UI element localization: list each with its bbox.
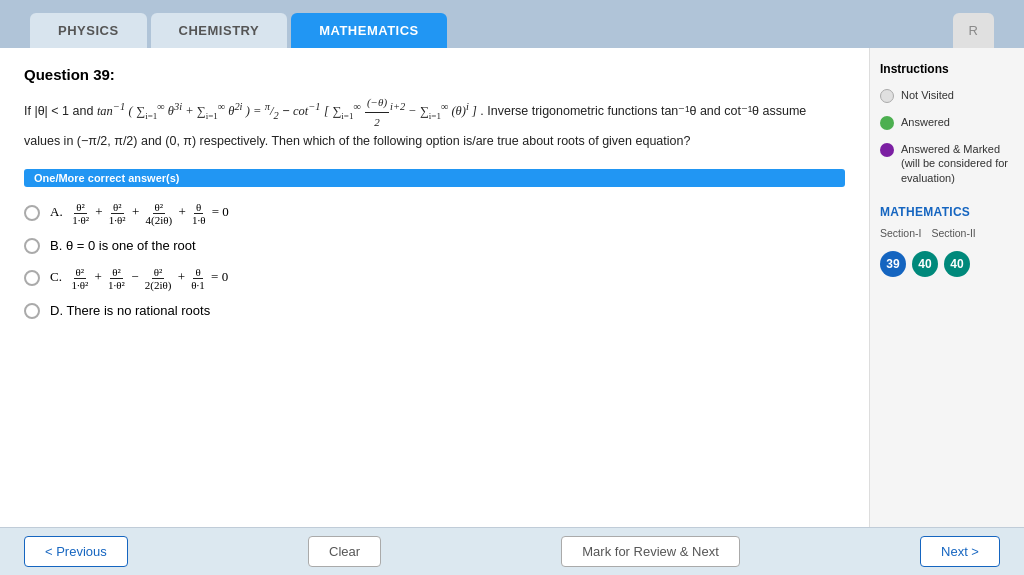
option-radio-c[interactable] [24,270,40,286]
tab-bar: PHYSICS CHEMISTRY MATHEMATICS R [0,0,1024,48]
answered-label: Answered [901,115,950,129]
previous-button[interactable]: < Previous [24,536,128,567]
answered-marked-label: Answered & Marked (will be considered fo… [901,142,1014,185]
option-label-c: C. θ²1·θ² + θ²1·θ² − θ²2(2iθ) + θθ·1 = 0 [50,266,228,291]
option-item-b[interactable]: B. θ = 0 is one of the root [24,238,845,254]
answered-dot [880,116,894,130]
tab-physics[interactable]: PHYSICS [30,13,147,48]
main-area: Question 39: If |θ| < 1 and tan−1 ( ∑i=1… [0,48,1024,527]
option-item-c[interactable]: C. θ²1·θ² + θ²1·θ² − θ²2(2iθ) + θθ·1 = 0 [24,266,845,291]
next-button[interactable]: Next > [920,536,1000,567]
num-badge-39[interactable]: 39 [880,251,906,277]
legend-answered: Answered [880,115,1014,130]
option-radio-d[interactable] [24,303,40,319]
legend-answered-marked: Answered & Marked (will be considered fo… [880,142,1014,185]
answer-type-badge: One/More correct answer(s) [24,169,845,187]
legend-not-visited: Not Visited [880,88,1014,103]
number-grid: 39 40 40 [880,251,1014,277]
option-radio-b[interactable] [24,238,40,254]
not-visited-label: Not Visited [901,88,954,102]
tab-right[interactable]: R [953,13,994,48]
answered-marked-dot [880,143,894,157]
section-labels: Section-I Section-II [880,227,1014,239]
question-panel: Question 39: If |θ| < 1 and tan−1 ( ∑i=1… [0,48,869,527]
num-badge-40b[interactable]: 40 [944,251,970,277]
right-sidebar: Instructions Not Visited Answered Answer… [869,48,1024,527]
tab-mathematics[interactable]: MATHEMATICS [291,13,447,48]
sidebar-instructions-label: Instructions [880,62,1014,76]
math-section-title: MATHEMATICS [880,205,1014,219]
bottom-bar: < Previous Clear Mark for Review & Next … [0,527,1024,575]
option-label-a: A. θ²1·θ² + θ²1·θ² + θ²4(2iθ) + θ1·θ = 0 [50,201,229,226]
option-label-b: B. θ = 0 is one of the root [50,238,196,253]
mark-review-button[interactable]: Mark for Review & Next [561,536,740,567]
option-item-d[interactable]: D. There is no rational roots [24,303,845,319]
option-radio-a[interactable] [24,205,40,221]
tab-chemistry[interactable]: CHEMISTRY [151,13,288,48]
section-label-1: Section-I [880,227,921,239]
clear-button[interactable]: Clear [308,536,381,567]
options-list: A. θ²1·θ² + θ²1·θ² + θ²4(2iθ) + θ1·θ = 0… [24,201,845,319]
not-visited-dot [880,89,894,103]
num-badge-40a[interactable]: 40 [912,251,938,277]
question-title: Question 39: [24,66,845,83]
option-item-a[interactable]: A. θ²1·θ² + θ²1·θ² + θ²4(2iθ) + θ1·θ = 0 [24,201,845,226]
section-label-2: Section-II [931,227,975,239]
question-body: If |θ| < 1 and tan−1 ( ∑i=1∞ θ3i + ∑i=1∞… [24,93,845,153]
option-label-d: D. There is no rational roots [50,303,210,318]
